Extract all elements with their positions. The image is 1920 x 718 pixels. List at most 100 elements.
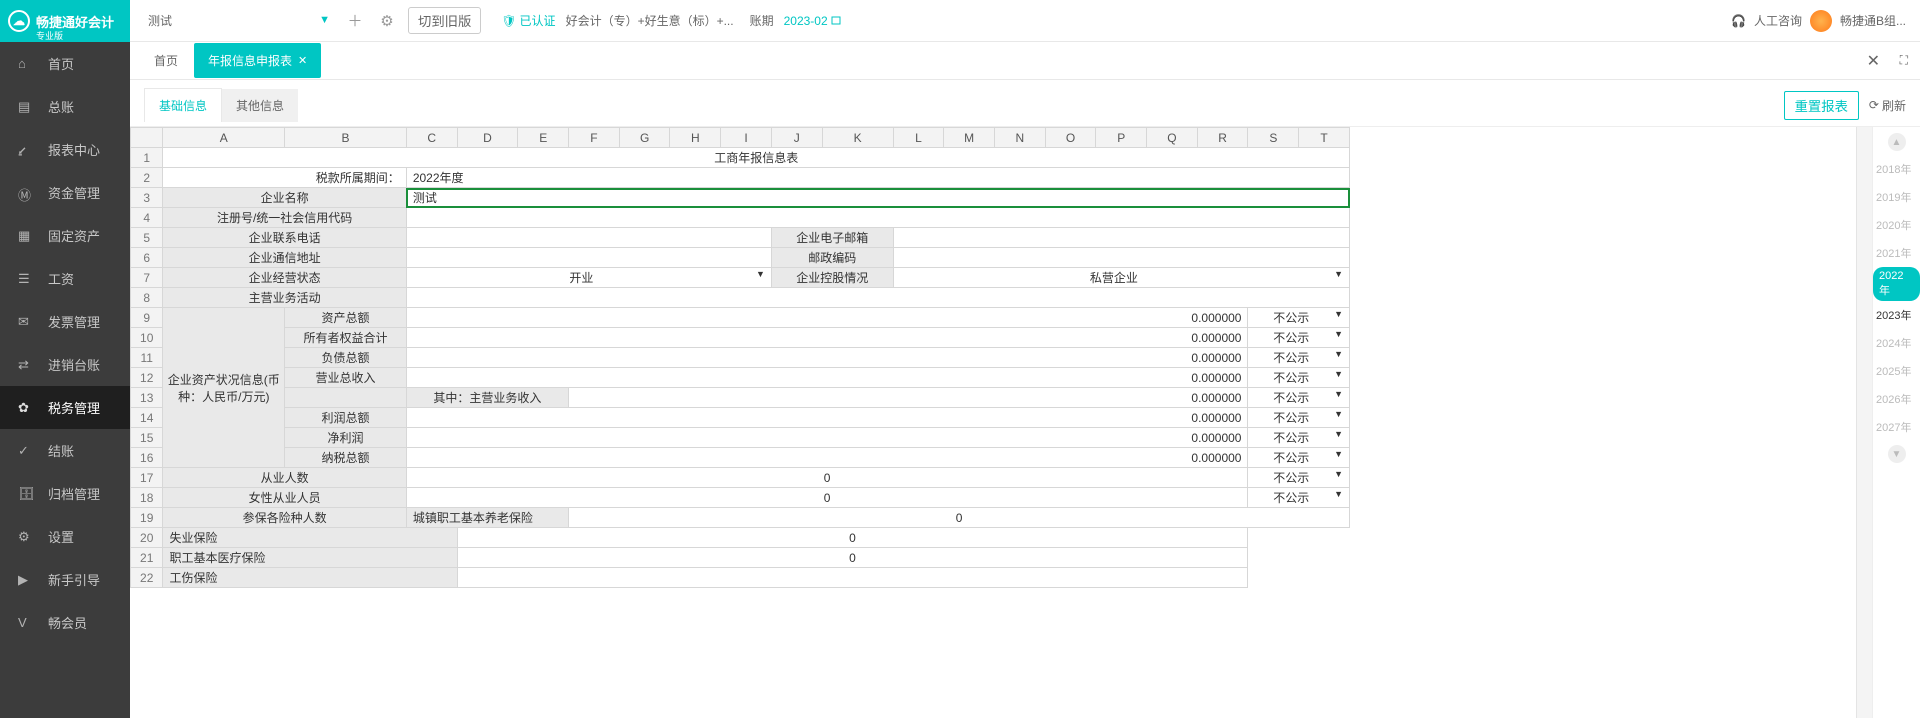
cell[interactable]: 0: [569, 508, 1350, 528]
cell[interactable]: 0.000000: [406, 328, 1248, 348]
year-2024年[interactable]: 2024年: [1873, 329, 1920, 357]
row-header[interactable]: 1: [131, 148, 163, 168]
col-header[interactable]: T: [1299, 128, 1350, 148]
row-header[interactable]: 20: [131, 528, 163, 548]
org-selector[interactable]: 测试 ▼: [144, 8, 334, 34]
nav-guide[interactable]: ▶新手引导: [0, 558, 130, 601]
cell[interactable]: 不公示▼: [1248, 388, 1350, 408]
cell[interactable]: 企业电子邮箱: [771, 228, 893, 248]
cell[interactable]: 企业通信地址: [163, 248, 406, 268]
subtab-basic[interactable]: 基础信息: [144, 88, 222, 122]
cell[interactable]: 不公示▼: [1248, 448, 1350, 468]
row-header[interactable]: 11: [131, 348, 163, 368]
row-header[interactable]: 21: [131, 548, 163, 568]
cell[interactable]: 0.000000: [406, 368, 1248, 388]
cell[interactable]: 0.000000: [406, 448, 1248, 468]
row-header[interactable]: 18: [131, 488, 163, 508]
year-2023年[interactable]: 2023年: [1873, 301, 1920, 329]
year-2025年[interactable]: 2025年: [1873, 357, 1920, 385]
row-header[interactable]: 9: [131, 308, 163, 328]
row-header[interactable]: 19: [131, 508, 163, 528]
cell[interactable]: [285, 388, 407, 408]
cell[interactable]: 不公示▼: [1248, 328, 1350, 348]
cell[interactable]: 其中：主营业务收入: [406, 388, 568, 408]
year-2018年[interactable]: 2018年: [1873, 155, 1920, 183]
cell[interactable]: 0.000000: [406, 408, 1248, 428]
select-all-corner[interactable]: [131, 128, 163, 148]
col-header[interactable]: N: [994, 128, 1045, 148]
cell[interactable]: 税款所属期间：: [163, 168, 406, 188]
year-up-icon[interactable]: ▲: [1888, 133, 1906, 151]
cell[interactable]: [406, 228, 771, 248]
reset-button[interactable]: 重置报表: [1784, 91, 1859, 120]
cell[interactable]: 0: [406, 468, 1248, 488]
cell[interactable]: 主营业务活动: [163, 288, 406, 308]
col-header[interactable]: F: [569, 128, 620, 148]
cell[interactable]: [406, 208, 1349, 228]
row-header[interactable]: 7: [131, 268, 163, 288]
row-header[interactable]: 22: [131, 568, 163, 588]
cell[interactable]: 企业资产状况信息(币种：人民币/万元): [163, 308, 285, 468]
cell[interactable]: 2022年度: [406, 168, 1349, 188]
col-header[interactable]: G: [619, 128, 670, 148]
cell[interactable]: 不公示▼: [1248, 468, 1350, 488]
row-header[interactable]: 13: [131, 388, 163, 408]
close-icon[interactable]: ✕: [298, 54, 307, 67]
col-header[interactable]: L: [893, 128, 944, 148]
cell[interactable]: 企业名称: [163, 188, 406, 208]
avatar[interactable]: [1810, 10, 1832, 32]
cell[interactable]: 0.000000: [406, 308, 1248, 328]
nav-asset[interactable]: ▦固定资产: [0, 214, 130, 257]
col-header[interactable]: R: [1197, 128, 1248, 148]
cell[interactable]: 企业经营状态: [163, 268, 406, 288]
row-header[interactable]: 15: [131, 428, 163, 448]
user-name[interactable]: 畅捷通B组...: [1840, 12, 1906, 29]
col-header[interactable]: B: [285, 128, 407, 148]
nav-stock[interactable]: ⇄进销台账: [0, 343, 130, 386]
cell[interactable]: 工商年报信息表: [163, 148, 1350, 168]
cell[interactable]: 参保各险种人数: [163, 508, 406, 528]
col-header[interactable]: J: [771, 128, 822, 148]
col-header[interactable]: P: [1096, 128, 1147, 148]
col-header[interactable]: E: [518, 128, 569, 148]
company-name-cell[interactable]: 测试: [406, 188, 1349, 208]
cell[interactable]: [893, 228, 1349, 248]
nav-home[interactable]: ⌂首页: [0, 42, 130, 85]
cell[interactable]: 利润总额: [285, 408, 407, 428]
add-icon[interactable]: ＋: [344, 10, 366, 32]
year-down-icon[interactable]: ▼: [1888, 445, 1906, 463]
cell[interactable]: 不公示▼: [1248, 428, 1350, 448]
year-2021年[interactable]: 2021年: [1873, 239, 1920, 267]
row-header[interactable]: 8: [131, 288, 163, 308]
col-header[interactable]: O: [1045, 128, 1096, 148]
col-header[interactable]: Q: [1147, 128, 1198, 148]
nav-tax[interactable]: ✿税务管理: [0, 386, 130, 429]
cell[interactable]: 不公示▼: [1248, 348, 1350, 368]
row-header[interactable]: 5: [131, 228, 163, 248]
row-header[interactable]: 6: [131, 248, 163, 268]
nav-ledger[interactable]: ▤总账: [0, 85, 130, 128]
nav-archive[interactable]: 🗄归档管理: [0, 472, 130, 515]
refresh-button[interactable]: ⟳刷新: [1869, 97, 1906, 114]
switch-old-button[interactable]: 切到旧版: [408, 7, 481, 34]
cell[interactable]: 邮政编码: [771, 248, 893, 268]
row-header[interactable]: 14: [131, 408, 163, 428]
cell[interactable]: 开业▼: [406, 268, 771, 288]
cell[interactable]: 不公示▼: [1248, 368, 1350, 388]
cell[interactable]: 0: [406, 488, 1248, 508]
period-selector[interactable]: 2023-02: [784, 14, 841, 28]
cell[interactable]: 职工基本医疗保险: [163, 548, 457, 568]
cell[interactable]: 注册号/统一社会信用代码: [163, 208, 406, 228]
cell[interactable]: 城镇职工基本养老保险: [406, 508, 568, 528]
col-header[interactable]: A: [163, 128, 285, 148]
tabset-close-icon[interactable]: ✕: [1867, 51, 1880, 71]
nav-money[interactable]: Ⓜ资金管理: [0, 171, 130, 214]
gear-icon[interactable]: ⚙: [376, 10, 398, 32]
cell[interactable]: 女性从业人员: [163, 488, 406, 508]
support-link[interactable]: 人工咨询: [1754, 12, 1802, 29]
cell[interactable]: 0.000000: [406, 348, 1248, 368]
row-header[interactable]: 10: [131, 328, 163, 348]
cell[interactable]: [406, 248, 771, 268]
spreadsheet[interactable]: ABCDEFGHIJKLMNOPQRST1工商年报信息表2税款所属期间：2022…: [130, 127, 1856, 718]
col-header[interactable]: K: [822, 128, 893, 148]
